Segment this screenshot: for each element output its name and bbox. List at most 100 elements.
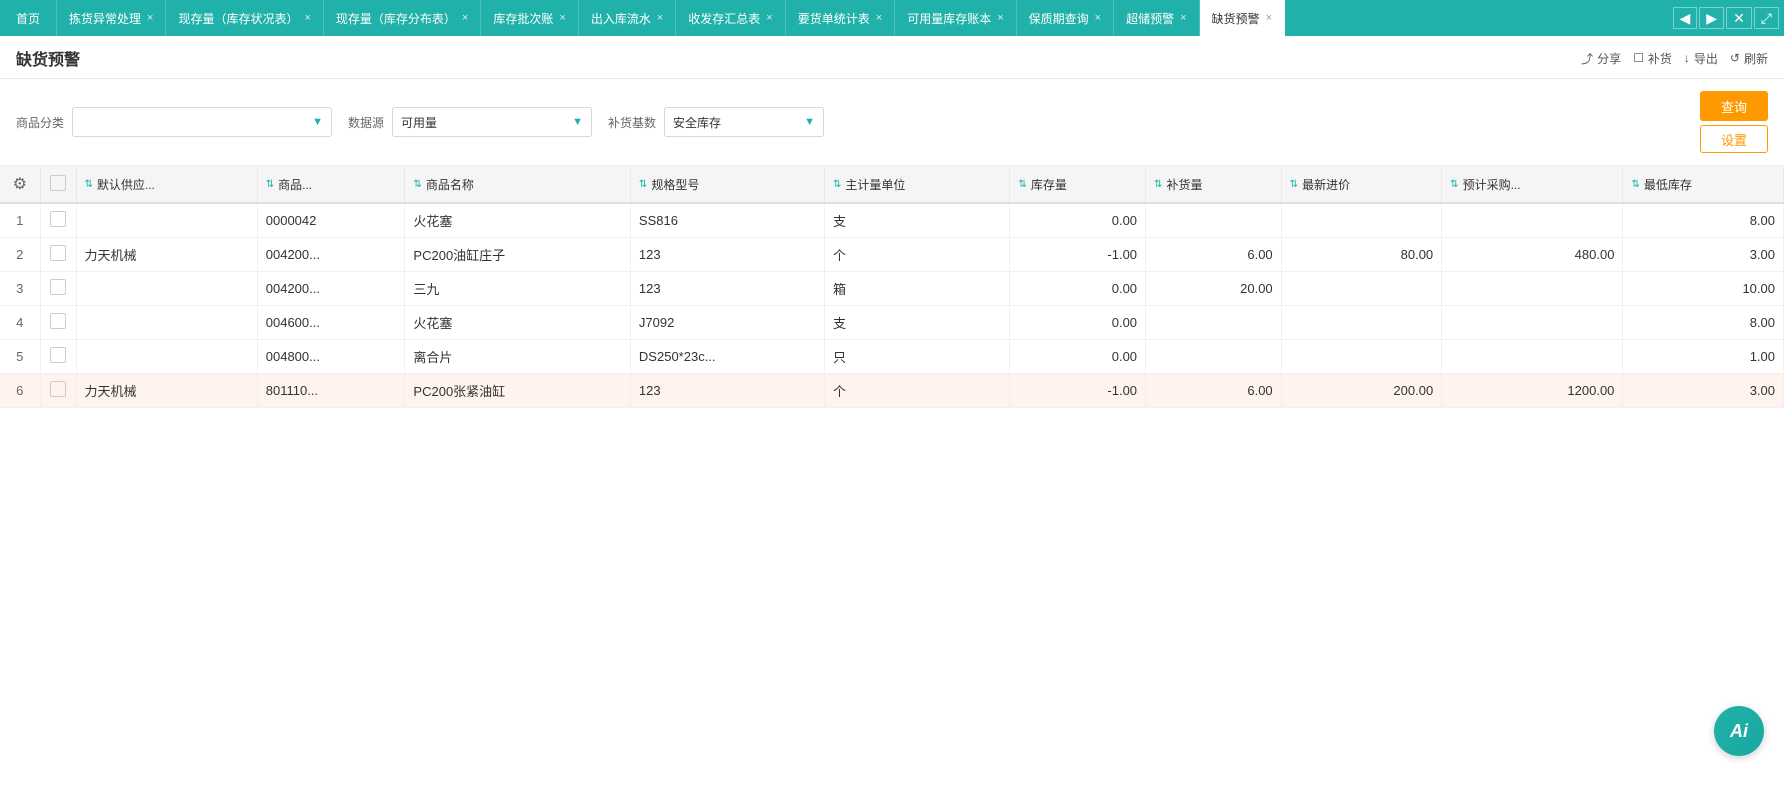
- th-gear: ⚙: [0, 166, 40, 203]
- category-select[interactable]: ▼: [72, 107, 332, 137]
- table-row[interactable]: 5 004800... 离合片 DS250*23c... 只 0.00 1.00: [0, 340, 1784, 374]
- tab-next-button[interactable]: ▶: [1699, 7, 1724, 29]
- cell-spec-4: DS250*23c...: [630, 340, 824, 374]
- tab-abnormal[interactable]: 拣货异常处理 ×: [57, 0, 166, 36]
- tab-shortage[interactable]: 缺货预警 ×: [1200, 0, 1285, 36]
- export-label: 导出: [1694, 50, 1718, 67]
- cell-product-code-3: 004600...: [257, 306, 405, 340]
- tab-close-available-ledger[interactable]: ×: [997, 12, 1003, 24]
- tab-close-inout-flow[interactable]: ×: [657, 12, 663, 24]
- cell-product-code-5: 801110...: [257, 374, 405, 408]
- page-container: 缺货预警 ⤴ 分享 ☐ 补货 ↓ 导出 ↺ 刷新 商品分类: [0, 36, 1784, 796]
- tab-collect-summary[interactable]: 收发存汇总表 ×: [676, 0, 785, 36]
- export-icon: ↓: [1684, 51, 1690, 65]
- tab-order-stat[interactable]: 要货单统计表 ×: [786, 0, 895, 36]
- tab-close-order-stat[interactable]: ×: [876, 12, 882, 24]
- cell-unit-4: 只: [825, 340, 1010, 374]
- th-supplier[interactable]: ⇅ 默认供应...: [76, 166, 257, 203]
- cell-no-1: 2: [0, 238, 40, 272]
- table-row[interactable]: 4 004600... 火花塞 J7092 支 0.00 8.00: [0, 306, 1784, 340]
- tab-nav-buttons: ◀ ▶ ✕ ⤢: [1672, 7, 1784, 29]
- th-product-code[interactable]: ⇅ 商品...: [257, 166, 405, 203]
- tab-restore-button[interactable]: ⤢: [1754, 7, 1779, 29]
- cell-product-name-1: PC200油缸庄子: [405, 238, 631, 272]
- tab-expiry-query[interactable]: 保质期查询 ×: [1017, 0, 1114, 36]
- cell-latest-price-0: [1281, 203, 1442, 238]
- tab-close-abnormal[interactable]: ×: [147, 12, 153, 24]
- replenish-base-select[interactable]: 安全库存 ▼: [664, 107, 824, 137]
- tab-close-stock-dist[interactable]: ×: [462, 12, 468, 24]
- th-latest-price[interactable]: ⇅ 最新进价: [1281, 166, 1442, 203]
- row-checkbox-4[interactable]: [50, 347, 66, 363]
- tab-inout-flow[interactable]: 出入库流水 ×: [579, 0, 676, 36]
- th-product-name[interactable]: ⇅ 商品名称: [405, 166, 631, 203]
- table-row[interactable]: 6 力天机械 801110... PC200张紧油缸 123 个 -1.00 6…: [0, 374, 1784, 408]
- cell-product-name-3: 火花塞: [405, 306, 631, 340]
- th-spec[interactable]: ⇅ 规格型号: [630, 166, 824, 203]
- tab-close-stock-status[interactable]: ×: [304, 12, 310, 24]
- cell-unit-5: 个: [825, 374, 1010, 408]
- tab-available-ledger[interactable]: 可用量库存账本 ×: [895, 0, 1016, 36]
- row-checkbox-5[interactable]: [50, 381, 66, 397]
- cell-est-purchase-2: [1442, 272, 1623, 306]
- tab-stock-dist[interactable]: 现存量（库存分布表） ×: [324, 0, 481, 36]
- category-dropdown-icon: ▼: [312, 116, 323, 128]
- row-checkbox-1[interactable]: [50, 245, 66, 261]
- cell-spec-0: SS816: [630, 203, 824, 238]
- replenish-button[interactable]: ☐ 补货: [1633, 50, 1672, 67]
- tab-overstock[interactable]: 超储预警 ×: [1114, 0, 1199, 36]
- cell-latest-price-3: [1281, 306, 1442, 340]
- tab-close-expiry-query[interactable]: ×: [1095, 12, 1101, 24]
- cell-unit-0: 支: [825, 203, 1010, 238]
- share-button[interactable]: ⤴ 分享: [1581, 50, 1621, 67]
- cell-no-4: 5: [0, 340, 40, 374]
- table-row[interactable]: 3 004200... 三九 123 箱 0.00 20.00 10.00: [0, 272, 1784, 306]
- cell-supplier-3: [76, 306, 257, 340]
- filter-actions: 查询 设置: [1700, 91, 1768, 153]
- row-checkbox-2[interactable]: [50, 279, 66, 295]
- tab-close-all-button[interactable]: ✕: [1726, 7, 1752, 29]
- replenish-base-value: 安全库存: [673, 114, 721, 131]
- th-est-purchase[interactable]: ⇅ 预计采购...: [1442, 166, 1623, 203]
- header-checkbox[interactable]: [50, 175, 66, 191]
- datasource-select[interactable]: 可用量 ▼: [392, 107, 592, 137]
- datasource-filter-label: 数据源: [348, 114, 384, 131]
- tab-close-shortage[interactable]: ×: [1266, 12, 1272, 24]
- refresh-button[interactable]: ↺ 刷新: [1730, 50, 1768, 67]
- tab-prev-button[interactable]: ◀: [1673, 7, 1698, 29]
- tab-batch-account[interactable]: 库存批次账 ×: [481, 0, 578, 36]
- th-replenish-qty[interactable]: ⇅ 补货量: [1146, 166, 1282, 203]
- cell-est-purchase-0: [1442, 203, 1623, 238]
- cell-latest-price-5: 200.00: [1281, 374, 1442, 408]
- cell-product-code-2: 004200...: [257, 272, 405, 306]
- th-unit[interactable]: ⇅ 主计量单位: [825, 166, 1010, 203]
- th-min-stock-sort-icon: ⇅: [1631, 179, 1639, 190]
- th-stock-qty[interactable]: ⇅ 库存量: [1010, 166, 1146, 203]
- cell-min-stock-1: 3.00: [1623, 238, 1784, 272]
- ai-badge[interactable]: Ai: [1714, 706, 1764, 756]
- cell-product-name-0: 火花塞: [405, 203, 631, 238]
- tab-home[interactable]: 首页: [0, 0, 57, 36]
- cell-stock-qty-1: -1.00: [1010, 238, 1146, 272]
- cell-replenish-qty-2: 20.00: [1146, 272, 1282, 306]
- cell-latest-price-4: [1281, 340, 1442, 374]
- th-est-purchase-sort-icon: ⇅: [1450, 179, 1458, 190]
- th-stock-qty-sort-icon: ⇅: [1018, 179, 1026, 190]
- gear-icon[interactable]: ⚙: [13, 176, 27, 193]
- table-area: ⚙ ⇅ 默认供应... ⇅ 商品...: [0, 166, 1784, 796]
- export-button[interactable]: ↓ 导出: [1684, 50, 1718, 67]
- cell-min-stock-0: 8.00: [1623, 203, 1784, 238]
- row-checkbox-0[interactable]: [50, 211, 66, 227]
- cell-product-name-2: 三九: [405, 272, 631, 306]
- table-row[interactable]: 1 0000042 火花塞 SS816 支 0.00 8.00: [0, 203, 1784, 238]
- th-checkbox: [40, 166, 76, 203]
- row-checkbox-3[interactable]: [50, 313, 66, 329]
- table-row[interactable]: 2 力天机械 004200... PC200油缸庄子 123 个 -1.00 6…: [0, 238, 1784, 272]
- tab-close-collect-summary[interactable]: ×: [766, 12, 772, 24]
- tab-stock-status[interactable]: 现存量（库存状况表） ×: [166, 0, 323, 36]
- query-button[interactable]: 查询: [1700, 91, 1768, 121]
- tab-close-overstock[interactable]: ×: [1180, 12, 1186, 24]
- th-min-stock[interactable]: ⇅ 最低库存: [1623, 166, 1784, 203]
- tab-close-batch-account[interactable]: ×: [559, 12, 565, 24]
- settings-button[interactable]: 设置: [1700, 125, 1768, 153]
